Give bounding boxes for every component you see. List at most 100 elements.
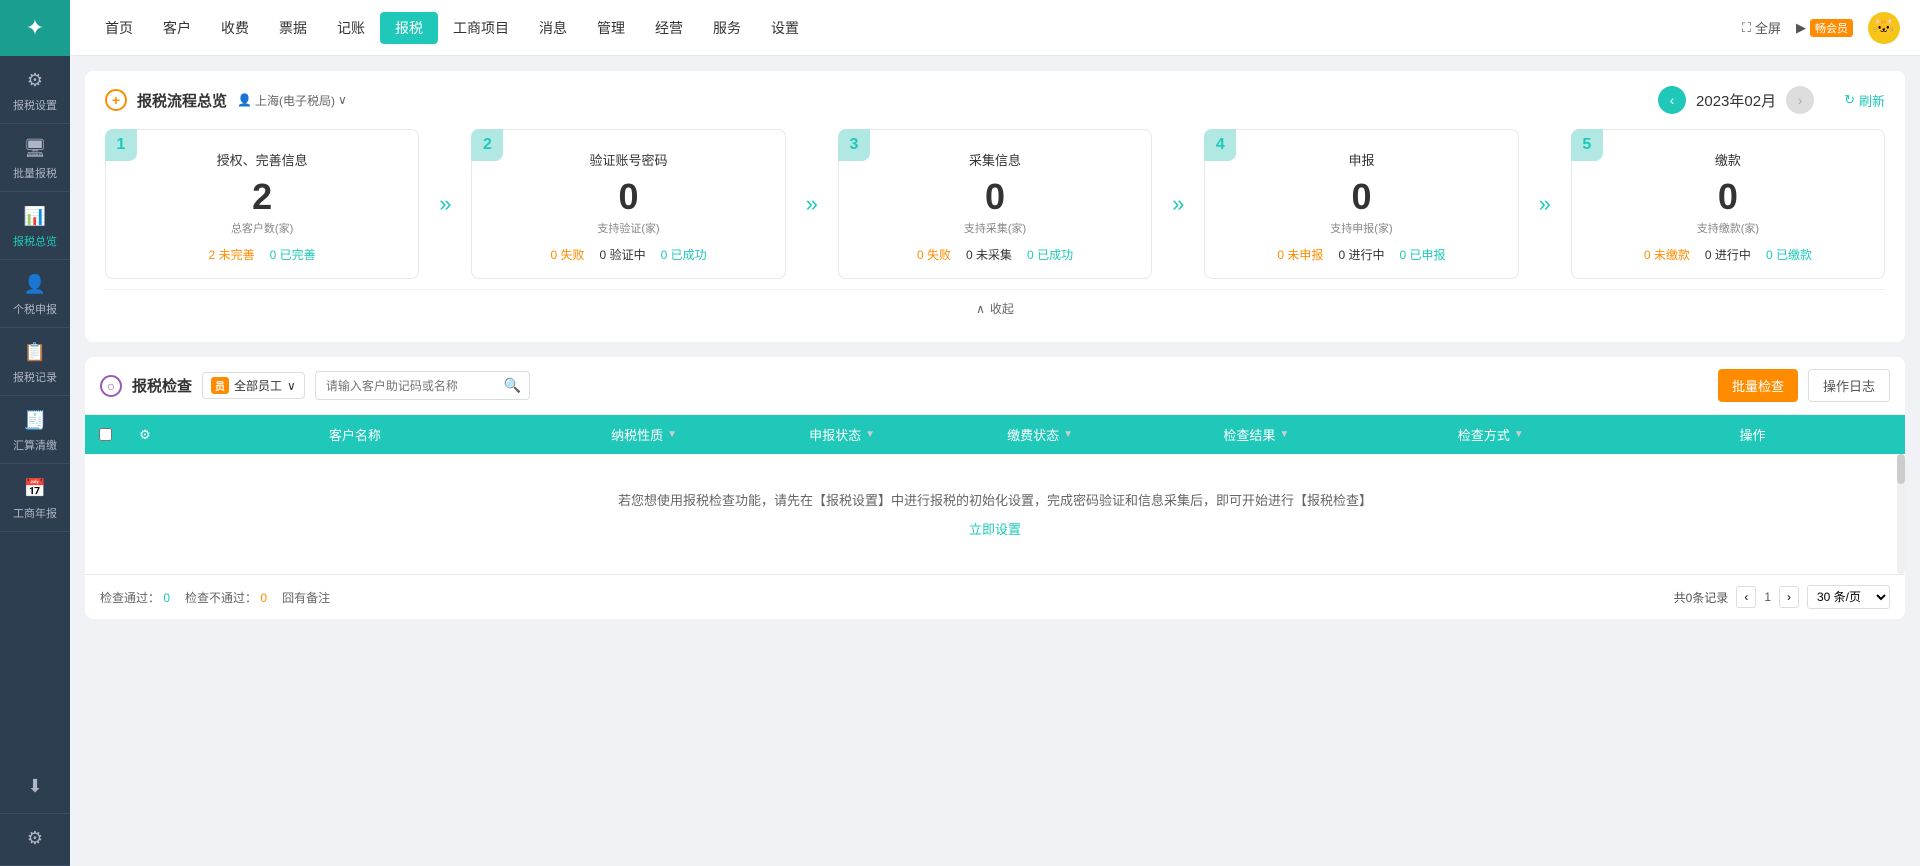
step5-stat-success[interactable]: 0 已缴款: [1766, 246, 1812, 263]
setup-link[interactable]: 立即设置: [969, 519, 1021, 538]
step1-stat-success[interactable]: 0 已完善: [270, 246, 316, 263]
step-title-4: 申报: [1220, 150, 1502, 169]
step4-stat-neutral[interactable]: 0 进行中: [1338, 246, 1384, 263]
th-customer-name: 客户名称: [165, 415, 545, 454]
step1-stat-fail[interactable]: 2 未完善: [209, 246, 255, 263]
process-title: 报税流程总览: [137, 90, 227, 111]
step2-stat-neutral[interactable]: 0 验证中: [600, 246, 646, 263]
batch-check-button[interactable]: 批量检查: [1718, 369, 1798, 402]
step3-stat-neutral[interactable]: 0 未采集: [966, 246, 1012, 263]
per-page-select[interactable]: 30 条/页50 条/页100 条/页: [1807, 585, 1890, 609]
table-body-wrap: 若您想使用报税检查功能，请先在【报税设置】中进行报税的初始化设置，完成密码验证和…: [85, 454, 1905, 574]
sidebar-item-download[interactable]: ⬇: [0, 762, 70, 814]
step4-stat-success[interactable]: 0 已申报: [1399, 246, 1445, 263]
process-location[interactable]: 👤 上海(电子税局) ∨: [237, 92, 347, 109]
table-footer: 检查通过： 0 检查不通过： 0 囧有备注 共0条记录 ‹ 1 › 30 条/页…: [85, 574, 1905, 619]
nav-accounting[interactable]: 记账: [322, 0, 380, 56]
search-button[interactable]: 🔍: [496, 372, 529, 399]
avatar[interactable]: 🐱: [1868, 12, 1900, 44]
process-overview-card: + 报税流程总览 👤 上海(电子税局) ∨ ‹ 2023年02月 › ↻ 刷新: [85, 71, 1905, 342]
process-title-icon: +: [105, 89, 127, 111]
check-fail-label: 检查不通过： 0: [185, 589, 267, 606]
record-icon: 📋: [21, 338, 49, 366]
th-check-result[interactable]: 检查结果 ▼: [1139, 415, 1373, 454]
sidebar-item-jilu[interactable]: 📋 报税记录: [0, 328, 70, 396]
step-subtitle-5: 支持缴款(家): [1587, 220, 1869, 236]
prev-month-btn[interactable]: ‹: [1658, 86, 1686, 114]
collapse-btn[interactable]: ∧ 收起: [976, 300, 1014, 317]
overview-icon: 📊: [21, 202, 49, 230]
employee-icon: 员: [211, 377, 229, 394]
step-count-4: 0: [1220, 179, 1502, 215]
th-gear[interactable]: ⚙: [125, 415, 165, 454]
step3-stat-success[interactable]: 0 已成功: [1027, 246, 1073, 263]
step-count-1: 2: [121, 179, 403, 215]
step-title-1: 授权、完善信息: [121, 150, 403, 169]
step-subtitle-3: 支持采集(家): [854, 220, 1136, 236]
tax-filter-icon: ▼: [667, 429, 677, 440]
nav-industrial[interactable]: 工商项目: [438, 0, 524, 56]
step-number-2: 2: [471, 129, 503, 161]
sidebar-item-gongshang[interactable]: 📅 工商年报: [0, 464, 70, 532]
step-count-3: 0: [854, 179, 1136, 215]
refresh-icon: ↻: [1844, 92, 1855, 108]
nav-operation[interactable]: 经营: [640, 0, 698, 56]
th-action: 操作: [1608, 415, 1897, 454]
step5-stat-neutral[interactable]: 0 进行中: [1705, 246, 1751, 263]
nav-customer[interactable]: 客户: [148, 0, 206, 56]
scroll-thumb[interactable]: [1897, 454, 1905, 484]
vip-btn[interactable]: ▶ 畅会员: [1796, 19, 1853, 37]
sidebar-item-settings-bottom[interactable]: ⚙: [0, 814, 70, 866]
th-pay-status[interactable]: 缴费状态 ▼: [941, 415, 1139, 454]
step-number-4: 4: [1204, 129, 1236, 161]
step-stats-3: 0 失败 0 未采集 0 已成功: [854, 246, 1136, 263]
select-all-checkbox[interactable]: [99, 428, 112, 441]
download-icon: ⬇: [21, 772, 49, 800]
th-declare-status[interactable]: 申报状态 ▼: [743, 415, 941, 454]
nav-settings[interactable]: 设置: [756, 0, 814, 56]
nav-fees[interactable]: 收费: [206, 0, 264, 56]
refresh-btn[interactable]: ↻ 刷新: [1844, 91, 1885, 110]
search-input[interactable]: [316, 374, 496, 398]
step-number-5: 5: [1571, 129, 1603, 161]
th-tax-type[interactable]: 纳税性质 ▼: [545, 415, 743, 454]
fullscreen-btn[interactable]: ⛶ 全屏: [1742, 18, 1781, 37]
step3-stat-fail[interactable]: 0 失败: [917, 246, 951, 263]
sidebar-item-geshuishenbao[interactable]: 👤 个税申报: [0, 260, 70, 328]
th-checkbox[interactable]: [85, 415, 125, 454]
scrollbar[interactable]: [1897, 454, 1905, 574]
step-stats-1: 2 未完善 0 已完善: [121, 246, 403, 263]
collapse-bar: ∧ 收起: [105, 289, 1885, 327]
th-check-method[interactable]: 检查方式 ▼: [1374, 415, 1608, 454]
nav-manage[interactable]: 管理: [582, 0, 640, 56]
steps-row: 1 授权、完善信息 2 总客户数(家) 2 未完善 0 已完善: [105, 129, 1885, 279]
location-icon: 👤: [237, 93, 252, 107]
sidebar-item-baoshuishezhi[interactable]: ⚙ 报税设置: [0, 56, 70, 124]
step2-stat-fail[interactable]: 0 失败: [550, 246, 584, 263]
operation-log-button[interactable]: 操作日志: [1808, 369, 1890, 402]
top-nav: 首页 客户 收费 票据 记账 报税 工商项目 消息 管理 经营 服务 设置 ⛶ …: [70, 0, 1920, 56]
employee-filter[interactable]: 员 全部员工 ∨: [202, 372, 305, 399]
next-page-btn[interactable]: ›: [1779, 586, 1799, 608]
step-card-5: 5 缴款 0 支持缴款(家) 0 未缴款 0 进行中: [1571, 129, 1885, 279]
nav-service[interactable]: 服务: [698, 0, 756, 56]
step-count-2: 0: [487, 179, 769, 215]
check-fail-value[interactable]: 0: [260, 591, 267, 605]
sidebar-item-zonlan[interactable]: 📊 报税总览: [0, 192, 70, 260]
prev-page-btn[interactable]: ‹: [1736, 586, 1756, 608]
nav-home[interactable]: 首页: [90, 0, 148, 56]
sidebar-item-huisuan[interactable]: 🧾 汇算清缴: [0, 396, 70, 464]
step2-stat-success[interactable]: 0 已成功: [661, 246, 707, 263]
next-month-btn[interactable]: ›: [1786, 86, 1814, 114]
step5-stat-fail[interactable]: 0 未缴款: [1644, 246, 1690, 263]
vip-icon: ▶: [1796, 20, 1806, 36]
step-card-2: 2 验证账号密码 0 支持验证(家) 0 失败 0 验证中: [471, 129, 785, 279]
step-arrow-1: »: [434, 129, 456, 279]
nav-invoice[interactable]: 票据: [264, 0, 322, 56]
check-pass-value[interactable]: 0: [163, 591, 170, 605]
check-actions: 批量检查 操作日志: [1718, 369, 1890, 402]
step4-stat-fail[interactable]: 0 未申报: [1277, 246, 1323, 263]
nav-message[interactable]: 消息: [524, 0, 582, 56]
nav-tax[interactable]: 报税: [380, 12, 438, 44]
sidebar-item-piliang[interactable]: 🖥 批量报税: [0, 124, 70, 192]
